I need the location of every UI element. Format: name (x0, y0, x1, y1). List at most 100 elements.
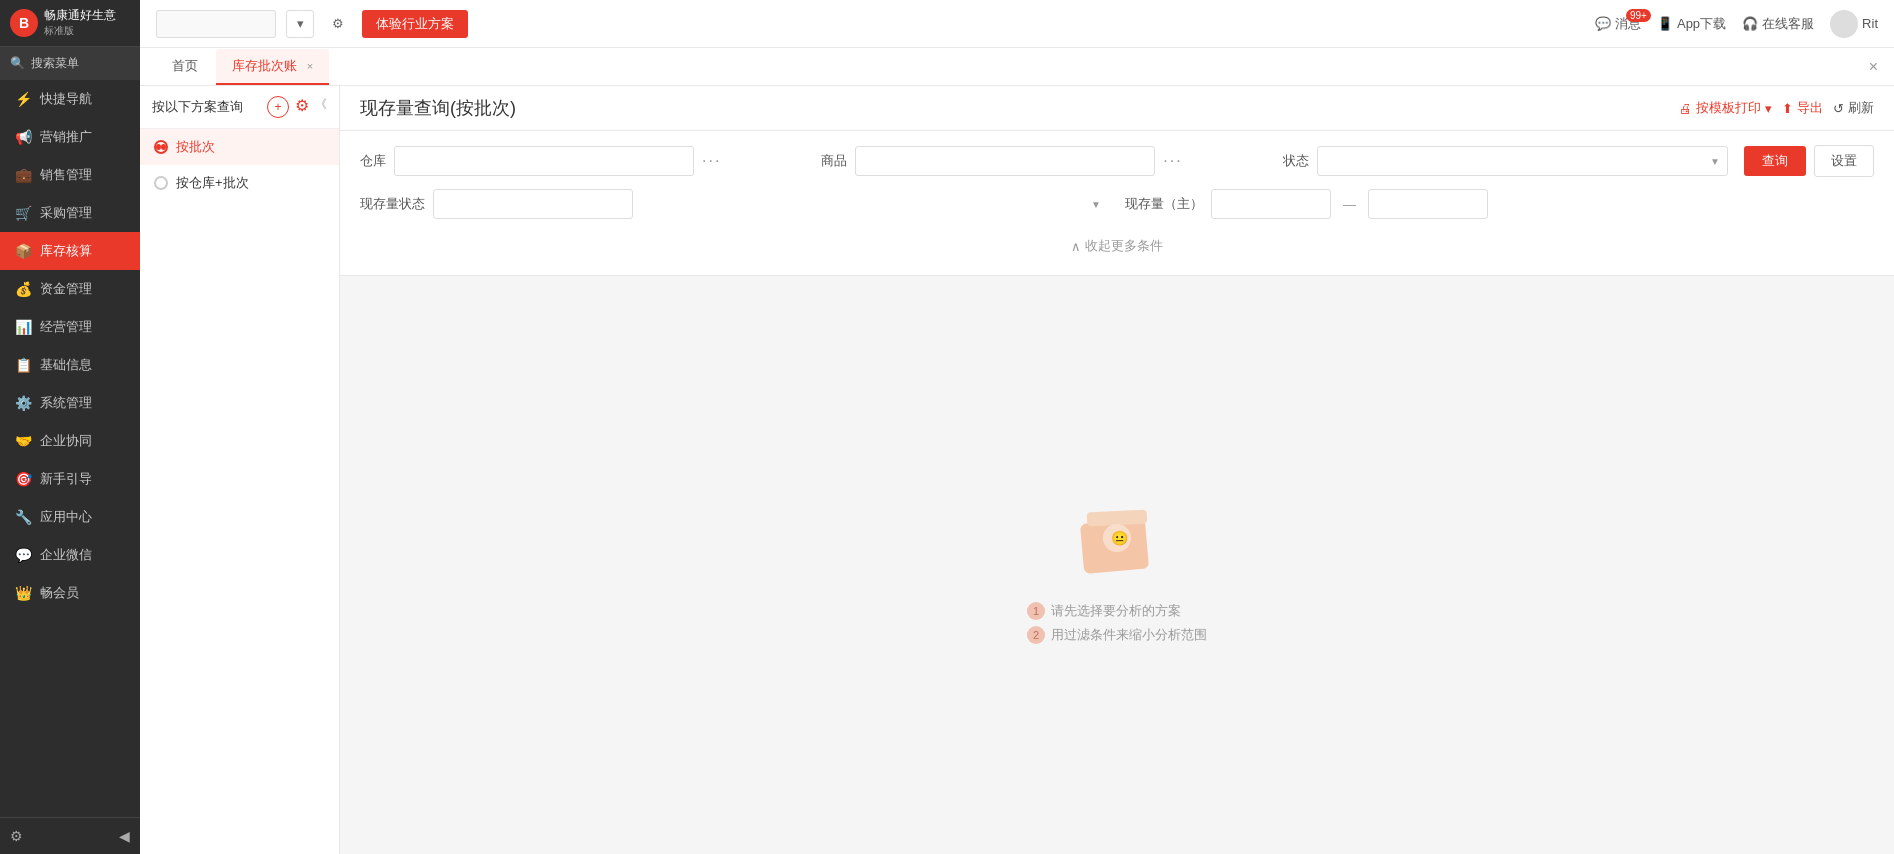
nav-label: 快捷导航 (40, 90, 92, 108)
product-input[interactable] (855, 146, 1155, 176)
sidebar-item-operation[interactable]: 📊 经营管理 (0, 308, 140, 346)
stock-status-select-wrapper: ▼ (433, 189, 1109, 219)
tip-num-1: 1 (1027, 602, 1045, 620)
topbar-gear-button[interactable]: ⚙ (324, 10, 352, 38)
app-title: 畅康通好生意 (44, 8, 116, 24)
enterprise-icon: 🤝 (14, 432, 32, 450)
marketing-icon: 📢 (14, 128, 32, 146)
tip-text-1: 请先选择要分析的方案 (1051, 602, 1181, 620)
topbar-right: 💬 消息 99+ 📱 App下载 🎧 在线客服 Rit (1595, 10, 1878, 38)
app-center-icon: 🔧 (14, 508, 32, 526)
panel-close-button[interactable]: × (1869, 58, 1878, 76)
nav-label: 销售管理 (40, 166, 92, 184)
print-icon: 🖨 (1679, 101, 1692, 116)
scheme-item-by-batch[interactable]: 按批次 (140, 129, 339, 165)
sidebar-item-basic[interactable]: 📋 基础信息 (0, 346, 140, 384)
sidebar-item-inventory[interactable]: 📦 库存核算 (0, 232, 140, 270)
sidebar-item-wechat[interactable]: 💬 企业微信 (0, 536, 140, 574)
avatar-image (1830, 10, 1858, 38)
user-name: Rit (1862, 16, 1878, 31)
status-label: 状态 (1283, 152, 1309, 170)
stock-status-label: 现存量状态 (360, 195, 425, 213)
online-service-label: 在线客服 (1762, 15, 1814, 33)
stock-qty-min-input[interactable] (1211, 189, 1331, 219)
sales-icon: 💼 (14, 166, 32, 184)
filter-area: 仓库 ··· 商品 ··· 状态 ▼ (340, 131, 1894, 276)
print-dropdown-icon: ▾ (1765, 101, 1772, 116)
add-scheme-button[interactable]: + (267, 96, 289, 118)
scheme-label: 按批次 (176, 138, 215, 156)
sidebar-item-app-center[interactable]: 🔧 应用中心 (0, 498, 140, 536)
online-service-button[interactable]: 🎧 在线客服 (1742, 15, 1814, 33)
warehouse-more-button[interactable]: ··· (702, 152, 721, 170)
nav-label: 应用中心 (40, 508, 92, 526)
settings-button[interactable]: ⚙ (10, 828, 23, 844)
messages-badge: 99+ (1626, 9, 1651, 22)
empty-tip-2: 2 用过滤条件来缩小分析范围 (1027, 626, 1207, 644)
tab-inventory-batch[interactable]: 库存批次账 × (216, 49, 329, 85)
left-panel-actions: + ⚙ 《 (267, 96, 327, 118)
sidebar-item-member[interactable]: 👑 畅会员 (0, 574, 140, 612)
empty-tips: 1 请先选择要分析的方案 2 用过滤条件来缩小分析范围 (1027, 602, 1207, 644)
status-select[interactable] (1317, 146, 1728, 176)
filter-row-1: 仓库 ··· 商品 ··· 状态 ▼ (360, 145, 1874, 177)
messages-button[interactable]: 💬 消息 99+ (1595, 15, 1641, 33)
main-area: ▾ ⚙ 体验行业方案 💬 消息 99+ 📱 App下载 🎧 在线客服 Rit (140, 0, 1894, 854)
tab-home[interactable]: 首页 (156, 49, 214, 85)
app-info: 畅康通好生意 标准版 (44, 8, 116, 38)
tab-bar: 首页 库存批次账 × × (140, 48, 1894, 86)
left-panel-collapse-button[interactable]: 《 (315, 96, 327, 118)
sidebar-bottom: ⚙ ◀ (0, 817, 140, 854)
sidebar-item-newbie[interactable]: 🎯 新手引导 (0, 460, 140, 498)
trial-button[interactable]: 体验行业方案 (362, 10, 468, 38)
sidebar-item-enterprise[interactable]: 🤝 企业协同 (0, 422, 140, 460)
app-subtitle: 标准版 (44, 24, 116, 38)
query-button[interactable]: 查询 (1744, 146, 1806, 176)
stock-status-select[interactable] (433, 189, 633, 219)
topbar-search-input[interactable] (156, 10, 276, 38)
newbie-icon: 🎯 (14, 470, 32, 488)
search-menu[interactable]: 🔍 搜索菜单 (0, 47, 140, 80)
purchase-icon: 🛒 (14, 204, 32, 222)
empty-tip-1: 1 请先选择要分析的方案 (1027, 602, 1207, 620)
print-button[interactable]: 🖨 按模板打印 ▾ (1679, 99, 1772, 117)
scheme-gear-button[interactable]: ⚙ (295, 96, 309, 118)
sidebar-nav: ⚡ 快捷导航 📢 营销推广 💼 销售管理 🛒 采购管理 📦 库存核算 💰 资金管… (0, 80, 140, 817)
sidebar-item-quick-nav[interactable]: ⚡ 快捷导航 (0, 80, 140, 118)
export-button[interactable]: ⬆ 导出 (1782, 99, 1823, 117)
product-more-button[interactable]: ··· (1163, 152, 1182, 170)
radio-by-batch (154, 140, 168, 154)
scheme-item-by-warehouse-batch[interactable]: 按仓库+批次 (140, 165, 339, 201)
stock-qty-group: 现存量（主） — (1125, 189, 1874, 219)
sidebar-item-purchase[interactable]: 🛒 采购管理 (0, 194, 140, 232)
product-filter-group: 商品 ··· (821, 146, 1266, 176)
collapse-filter-button[interactable]: ∧ 收起更多条件 (360, 231, 1874, 261)
sidebar-header: B 畅康通好生意 标准版 (0, 0, 140, 47)
stock-status-group: 现存量状态 ▼ (360, 189, 1109, 219)
sidebar-item-marketing[interactable]: 📢 营销推广 (0, 118, 140, 156)
warehouse-input[interactable] (394, 146, 694, 176)
empty-illustration-svg: 😐 (1067, 486, 1167, 586)
sidebar-item-system[interactable]: ⚙️ 系统管理 (0, 384, 140, 422)
headset-icon: 🎧 (1742, 16, 1758, 31)
finance-icon: 💰 (14, 280, 32, 298)
search-icon: 🔍 (10, 56, 25, 70)
quick-nav-icon: ⚡ (14, 90, 32, 108)
app-download-button[interactable]: 📱 App下载 (1657, 15, 1726, 33)
refresh-button[interactable]: ↺ 刷新 (1833, 99, 1874, 117)
nav-label: 畅会员 (40, 584, 79, 602)
empty-illustration: 😐 (1067, 486, 1167, 586)
sidebar: B 畅康通好生意 标准版 🔍 搜索菜单 ⚡ 快捷导航 📢 营销推广 💼 销售管理… (0, 0, 140, 854)
filter-settings-button[interactable]: 设置 (1814, 145, 1874, 177)
sidebar-item-sales[interactable]: 💼 销售管理 (0, 156, 140, 194)
status-select-wrapper: ▼ (1317, 146, 1728, 176)
topbar-dropdown-button[interactable]: ▾ (286, 10, 314, 38)
collapse-sidebar-button[interactable]: ◀ (119, 828, 130, 844)
topbar-left: ▾ ⚙ 体验行业方案 (156, 10, 1583, 38)
tab-close-button[interactable]: × (307, 60, 313, 72)
collapse-filter-label: 收起更多条件 (1085, 237, 1163, 255)
sidebar-item-finance[interactable]: 💰 资金管理 (0, 270, 140, 308)
print-label: 按模板打印 (1696, 99, 1761, 117)
stock-qty-max-input[interactable] (1368, 189, 1488, 219)
user-avatar[interactable]: Rit (1830, 10, 1878, 38)
